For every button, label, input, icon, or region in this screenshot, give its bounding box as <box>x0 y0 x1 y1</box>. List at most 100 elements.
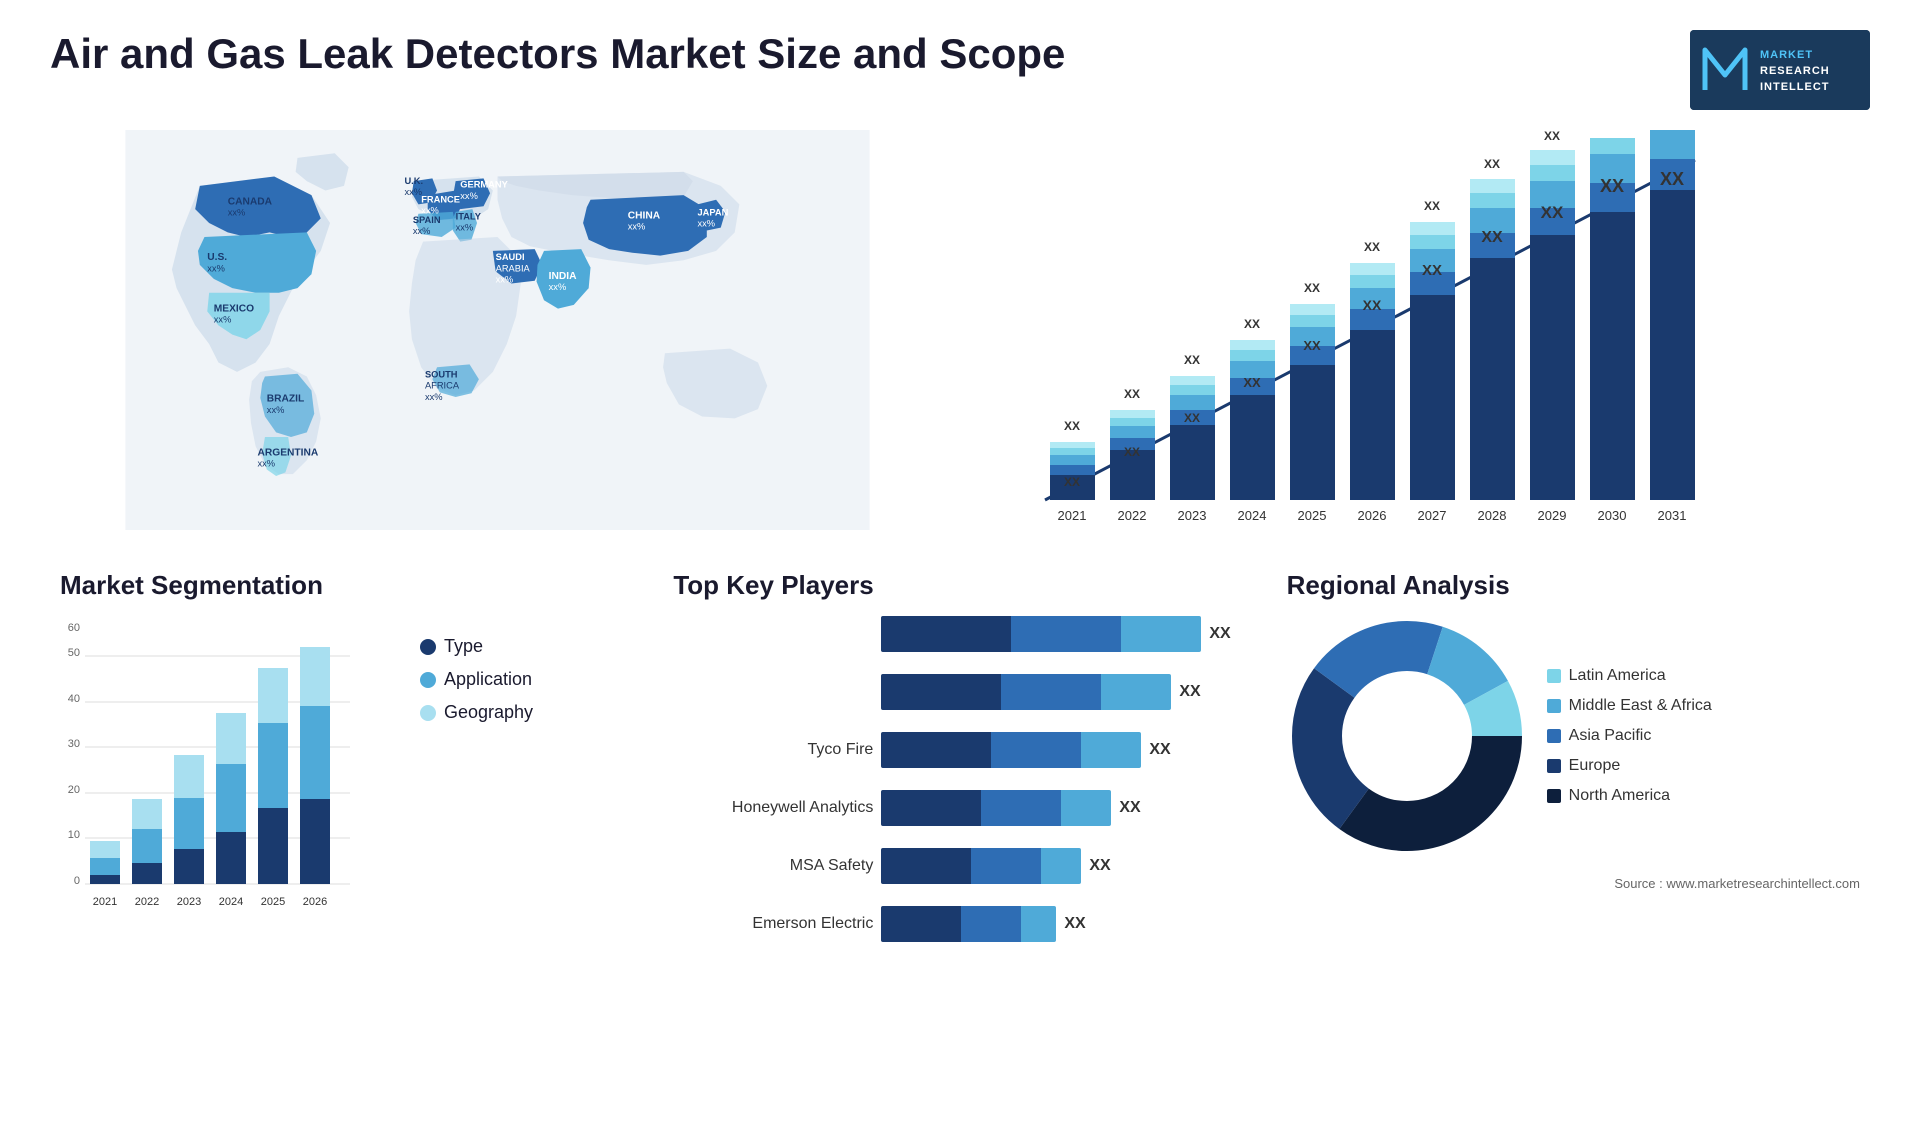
svg-text:40: 40 <box>68 693 80 705</box>
svg-text:FRANCE: FRANCE <box>421 195 460 205</box>
player-bar-container: XX <box>881 790 1246 826</box>
players-section: Top Key Players XX <box>663 570 1256 1010</box>
player-xx-label: XX <box>1119 799 1140 817</box>
svg-text:XX: XX <box>1541 203 1564 222</box>
player-xx-label: XX <box>1089 857 1110 875</box>
player-row: Emerson Electric XX <box>673 906 1246 942</box>
svg-text:xx%: xx% <box>460 191 478 201</box>
svg-text:XX: XX <box>1064 419 1080 433</box>
svg-text:0: 0 <box>74 875 80 887</box>
svg-text:SAUDI: SAUDI <box>496 252 525 262</box>
logo-area: MARKET RESEARCH INTELLECT <box>1690 30 1870 110</box>
svg-text:xx%: xx% <box>697 219 715 229</box>
svg-text:CANADA: CANADA <box>228 196 273 207</box>
svg-text:XX: XX <box>1364 240 1380 254</box>
player-bar <box>881 906 1056 942</box>
svg-text:xx%: xx% <box>425 392 443 402</box>
regional-title: Regional Analysis <box>1287 570 1860 601</box>
svg-text:30: 30 <box>68 738 80 750</box>
svg-text:xx%: xx% <box>549 282 567 292</box>
svg-text:XX: XX <box>1303 338 1321 353</box>
svg-text:XX: XX <box>1243 375 1261 390</box>
logo-box: MARKET RESEARCH INTELLECT <box>1690 30 1870 110</box>
svg-text:xx%: xx% <box>404 187 422 197</box>
svg-text:XX: XX <box>1184 411 1200 425</box>
player-xx-label: XX <box>1149 741 1170 759</box>
player-xx-label: XX <box>1179 683 1200 701</box>
latin-america-color <box>1547 669 1561 683</box>
svg-text:SPAIN: SPAIN <box>413 215 441 225</box>
player-bar <box>881 790 1111 826</box>
mea-label: Middle East & Africa <box>1569 697 1712 715</box>
svg-text:RESEARCH: RESEARCH <box>1760 65 1830 77</box>
svg-text:xx%: xx% <box>214 315 232 325</box>
map-section: CANADA xx% U.S. xx% MEXICO xx% BRAZIL xx… <box>50 130 945 570</box>
top-section: CANADA xx% U.S. xx% MEXICO xx% BRAZIL xx… <box>50 130 1870 570</box>
svg-text:10: 10 <box>68 829 80 841</box>
svg-text:2027: 2027 <box>1418 508 1447 523</box>
regional-legend-item: Latin America <box>1547 667 1712 685</box>
svg-text:XX: XX <box>1244 317 1260 331</box>
svg-text:2021: 2021 <box>93 896 117 908</box>
svg-text:SOUTH: SOUTH <box>425 369 458 379</box>
europe-color <box>1547 759 1561 773</box>
regional-section: Regional Analysis <box>1277 570 1870 1010</box>
svg-text:xx%: xx% <box>413 226 431 236</box>
svg-text:INTELLECT: INTELLECT <box>1760 81 1830 93</box>
player-row: Tyco Fire XX <box>673 732 1246 768</box>
seg-geo-label: Geography <box>444 702 533 723</box>
svg-text:BRAZIL: BRAZIL <box>267 394 304 405</box>
seg-app-label: Application <box>444 669 532 690</box>
regional-legend-item: Middle East & Africa <box>1547 697 1712 715</box>
mea-color <box>1547 699 1561 713</box>
svg-text:2025: 2025 <box>261 896 285 908</box>
page-title: Air and Gas Leak Detectors Market Size a… <box>50 30 1065 78</box>
type-dot <box>420 639 436 655</box>
svg-text:20: 20 <box>68 784 80 796</box>
donut-legend-area: Latin America Middle East & Africa Asia … <box>1287 616 1860 856</box>
svg-text:xx%: xx% <box>258 459 276 469</box>
player-bar <box>881 616 1201 652</box>
regional-legend-item: Europe <box>1547 757 1712 775</box>
svg-text:2031: 2031 <box>1658 508 1687 523</box>
svg-text:XX: XX <box>1363 297 1382 313</box>
svg-text:MEXICO: MEXICO <box>214 303 254 314</box>
growth-chart-svg: XX 2021 XX 2022 XX <box>995 130 1745 550</box>
svg-text:xx%: xx% <box>207 263 225 273</box>
player-xx-label: XX <box>1064 915 1085 933</box>
svg-text:xx%: xx% <box>456 222 474 232</box>
svg-text:XX: XX <box>1481 229 1503 246</box>
svg-text:XX: XX <box>1124 445 1140 459</box>
player-row: MSA Safety XX <box>673 848 1246 884</box>
player-name: Tyco Fire <box>673 741 873 759</box>
source-text: Source : www.marketresearchintellect.com <box>1287 876 1860 891</box>
svg-text:INDIA: INDIA <box>549 271 577 282</box>
geo-dot <box>420 705 436 721</box>
svg-text:U.S.: U.S. <box>207 252 227 263</box>
segmentation-title: Market Segmentation <box>60 570 633 601</box>
map-container: CANADA xx% U.S. xx% MEXICO xx% BRAZIL xx… <box>50 130 945 530</box>
svg-text:60: 60 <box>68 622 80 634</box>
svg-text:XX: XX <box>1064 475 1080 489</box>
svg-text:XX: XX <box>1660 169 1684 189</box>
players-bars: XX XX T <box>673 616 1246 942</box>
svg-text:XX: XX <box>1600 176 1624 196</box>
player-bar-container: XX <box>881 616 1246 652</box>
player-row: XX <box>673 674 1246 710</box>
svg-text:CHINA: CHINA <box>628 210 661 221</box>
svg-text:ARABIA: ARABIA <box>496 263 531 273</box>
player-bar <box>881 848 1081 884</box>
app-dot <box>420 672 436 688</box>
bottom-section: Market Segmentation 0 10 20 30 40 50 60 <box>50 570 1870 1010</box>
svg-text:2022: 2022 <box>1118 508 1147 523</box>
asia-pacific-label: Asia Pacific <box>1569 727 1652 745</box>
svg-text:2021: 2021 <box>1058 508 1087 523</box>
svg-text:GERMANY: GERMANY <box>460 180 508 190</box>
player-bar-container: XX <box>881 848 1246 884</box>
player-bar-container: XX <box>881 674 1246 710</box>
growth-chart-section: XX 2021 XX 2022 XX <box>975 130 1870 570</box>
player-bar-container: XX <box>881 732 1246 768</box>
svg-text:2028: 2028 <box>1478 508 1507 523</box>
seg-content: 0 10 20 30 40 50 60 <box>60 616 633 926</box>
svg-text:2024: 2024 <box>219 896 243 908</box>
